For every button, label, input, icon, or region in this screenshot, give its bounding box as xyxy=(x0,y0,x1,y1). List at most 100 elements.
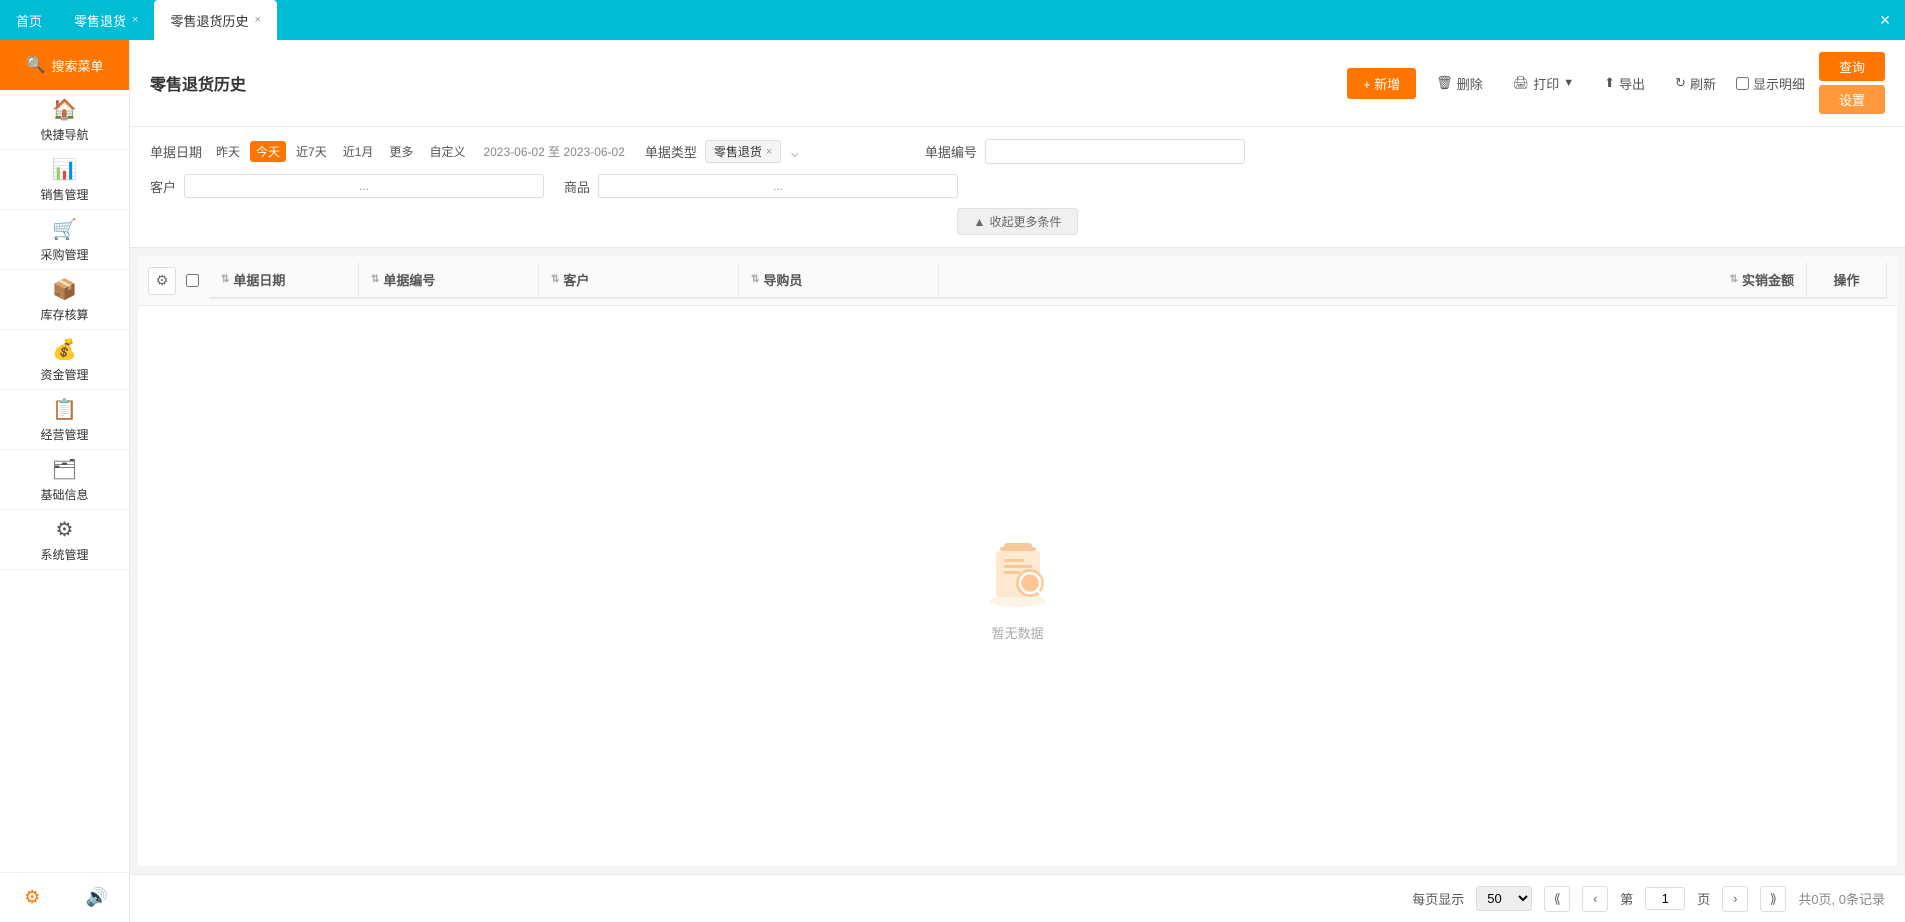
th-customer[interactable]: ⇅ 客户 xyxy=(539,262,739,297)
page-size-label: 每页显示 xyxy=(1412,889,1464,908)
sidebar-item-purchase-mgmt[interactable]: 🛒 采购管理 xyxy=(0,210,129,270)
sidebar-item-operation-label: 经营管理 xyxy=(40,426,88,443)
last7days-btn[interactable]: 近7天 xyxy=(290,141,333,162)
collapse-label: 收起更多条件 xyxy=(989,213,1061,230)
sort-icon-guide: ⇅ xyxy=(751,274,759,285)
page-size-select[interactable]: 50 10 20 100 xyxy=(1476,886,1532,911)
delete-button[interactable]: 🗑 删除 xyxy=(1426,69,1493,98)
select-all-checkbox[interactable] xyxy=(186,274,199,287)
sidebar-item-sales-mgmt[interactable]: 📊 销售管理 xyxy=(0,150,129,210)
doc-type-tag-area: 零售退货 × ⌄ xyxy=(705,140,905,163)
th-op-label: 操作 xyxy=(1833,270,1859,289)
speaker-icon: 🔊 xyxy=(86,887,108,908)
tab-retail-return-history-close[interactable]: × xyxy=(254,14,260,26)
tab-retail-return-close[interactable]: × xyxy=(132,14,138,26)
first-page-button[interactable]: ⟪ xyxy=(1544,886,1570,912)
header-actions: + 新增 🗑 删除 🖨 打印 ▼ ⬆ 导出 ↻ 刷新 xyxy=(1347,52,1885,114)
table-area: ⚙ ⇅ 单据日期 ⇅ 单据编号 ⇅ 客户 xyxy=(138,256,1897,866)
finance-icon: 💰 xyxy=(52,337,77,362)
goods-label: 商品 xyxy=(564,177,590,196)
last1month-btn[interactable]: 近1月 xyxy=(337,141,380,162)
tab-home-label: 首页 xyxy=(16,11,42,30)
sidebar-gear-button[interactable]: ⚙ xyxy=(14,880,50,916)
table-toolbar: ⚙ ⇅ 单据日期 ⇅ 单据编号 ⇅ 客户 xyxy=(138,256,1897,306)
empty-state: 暂无数据 xyxy=(978,531,1058,642)
sidebar: 🔍 搜索菜单 🏠 快捷导航 📊 销售管理 🛒 采购管理 📦 库存核算 💰 资金管… xyxy=(0,40,130,922)
add-button[interactable]: + 新增 xyxy=(1347,68,1416,99)
delete-icon: 🗑 xyxy=(1436,75,1453,91)
doc-no-input[interactable] xyxy=(985,139,1245,164)
filter-row-2: 客户 ... 商品 ... xyxy=(150,174,1885,198)
sidebar-item-quick-nav[interactable]: 🏠 快捷导航 xyxy=(0,90,129,150)
date-range-display: 2023-06-02 至 2023-06-02 xyxy=(483,143,624,160)
sidebar-search-label: 搜索菜单 xyxy=(51,56,103,75)
filter-row-1: 单据日期 昨天 今天 近7天 近1月 更多 自定义 2023-06-02 至 2… xyxy=(150,139,1885,164)
table-settings-button[interactable]: ⚙ xyxy=(148,267,176,295)
doc-type-tag-close[interactable]: × xyxy=(766,146,772,158)
next-page-button[interactable]: › xyxy=(1722,886,1748,912)
sidebar-item-finance[interactable]: 💰 资金管理 xyxy=(0,330,129,390)
pagination-info: 共0页, 0条记录 xyxy=(1798,889,1885,908)
th-guide[interactable]: ⇅ 导购员 xyxy=(739,262,939,297)
th-date[interactable]: ⇅ 单据日期 xyxy=(209,262,359,297)
print-button[interactable]: 🖨 打印 ▼ xyxy=(1503,69,1584,98)
current-page-input[interactable] xyxy=(1645,887,1685,910)
settings-icon: ⚙ xyxy=(156,272,169,289)
sidebar-item-inventory[interactable]: 📦 库存核算 xyxy=(0,270,129,330)
sort-icon-no: ⇅ xyxy=(371,274,379,285)
search-icon: 🔍 xyxy=(26,55,46,75)
last-page-button[interactable]: ⟫ xyxy=(1760,886,1786,912)
tab-home[interactable]: 首页 xyxy=(0,0,58,40)
table-body: 暂无数据 xyxy=(138,306,1897,866)
yesterday-btn[interactable]: 昨天 xyxy=(210,141,246,162)
th-customer-label: 客户 xyxy=(563,270,589,289)
prev-page-button[interactable]: ‹ xyxy=(1582,886,1608,912)
setting-button[interactable]: 设置 xyxy=(1819,85,1885,114)
collapse-up-icon: ▲ xyxy=(974,215,986,229)
collapse-button[interactable]: ▲ 收起更多条件 xyxy=(957,208,1079,235)
sidebar-item-base-info-label: 基础信息 xyxy=(40,486,88,503)
sidebar-item-inventory-label: 库存核算 xyxy=(40,306,88,323)
goods-filter: 商品 ... xyxy=(564,174,958,198)
sys-icon: ⚙ xyxy=(56,517,74,542)
sidebar-item-base-info[interactable]: 🗂 基础信息 xyxy=(0,450,129,510)
sidebar-item-sys-mgmt[interactable]: ⚙ 系统管理 xyxy=(0,510,129,570)
tab-retail-return-history[interactable]: 零售退货历史 × xyxy=(154,0,276,40)
operation-icon: 📋 xyxy=(52,397,77,422)
page-label: 第 xyxy=(1620,889,1633,908)
display-detail-toggle[interactable]: 显示明细 xyxy=(1736,74,1805,93)
sidebar-item-purchase-mgmt-label: 采购管理 xyxy=(40,246,88,263)
delete-label: 删除 xyxy=(1457,74,1483,93)
custom-btn[interactable]: 自定义 xyxy=(423,141,471,162)
query-button[interactable]: 查询 xyxy=(1819,52,1885,81)
main-layout: 🔍 搜索菜单 🏠 快捷导航 📊 销售管理 🛒 采购管理 📦 库存核算 💰 资金管… xyxy=(0,40,1905,922)
sidebar-item-operation[interactable]: 📋 经营管理 xyxy=(0,390,129,450)
sidebar-search[interactable]: 🔍 搜索菜单 xyxy=(0,40,129,90)
customer-input[interactable]: ... xyxy=(184,174,544,198)
display-detail-label: 显示明细 xyxy=(1753,74,1805,93)
doc-type-tag: 零售退货 × xyxy=(705,140,781,163)
sidebar-item-finance-label: 资金管理 xyxy=(40,366,88,383)
sidebar-bottom: ⚙ 🔊 xyxy=(0,872,129,922)
sidebar-speaker-button[interactable]: 🔊 xyxy=(79,880,115,916)
th-op: 操作 xyxy=(1807,262,1887,297)
refresh-label: 刷新 xyxy=(1690,74,1716,93)
window-close-button[interactable]: × xyxy=(1865,0,1905,40)
display-detail-checkbox[interactable] xyxy=(1736,77,1749,90)
base-info-icon: 🗂 xyxy=(52,457,77,482)
goods-input[interactable]: ... xyxy=(598,174,958,198)
more-btn[interactable]: 更多 xyxy=(383,141,419,162)
th-amount[interactable]: ⇅ 实销金额 xyxy=(939,262,1807,297)
refresh-button[interactable]: ↻ 刷新 xyxy=(1665,69,1726,98)
export-button[interactable]: ⬆ 导出 xyxy=(1594,69,1655,98)
tab-retail-return[interactable]: 零售退货 × xyxy=(58,0,154,40)
print-icon: 🖨 xyxy=(1513,75,1530,91)
filter-area: 单据日期 昨天 今天 近7天 近1月 更多 自定义 2023-06-02 至 2… xyxy=(130,127,1905,248)
print-label: 打印 xyxy=(1533,74,1559,93)
th-no[interactable]: ⇅ 单据编号 xyxy=(359,262,539,297)
sidebar-item-sales-mgmt-label: 销售管理 xyxy=(40,186,88,203)
doc-type-dropdown-arrow[interactable]: ⌄ xyxy=(787,141,802,162)
doc-no-filter: 单据编号 xyxy=(925,139,1245,164)
today-btn[interactable]: 今天 xyxy=(250,141,286,162)
sidebar-item-sys-mgmt-label: 系统管理 xyxy=(40,546,88,563)
